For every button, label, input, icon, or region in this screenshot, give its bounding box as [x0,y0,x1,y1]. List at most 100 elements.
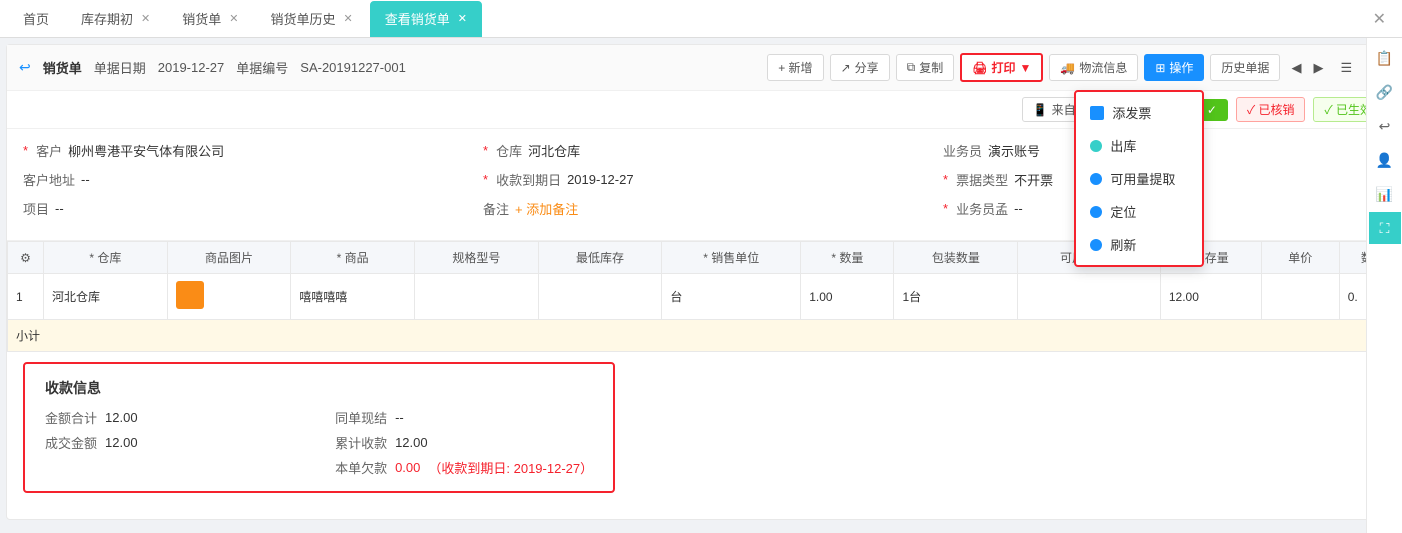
nav-arrows: ◀ ▶ [1286,57,1328,79]
window-close-button[interactable]: ✕ [1365,5,1394,33]
current-due-label: 本单欠款 [335,458,387,477]
salesperson-value: -- [1014,201,1023,216]
warehouse-value[interactable]: 河北仓库 [528,141,580,160]
tab-inventory-init-close[interactable]: ✕ [141,12,150,25]
cumulative-value: 12.00 [395,435,428,450]
refresh-label: 刷新 [1110,235,1136,254]
customer-value[interactable]: 柳州粤港平安气体有限公司 [68,141,224,160]
dropdown-add-invoice[interactable]: 添发票 [1076,96,1202,129]
doc-number-label: 单据编号 [236,58,288,77]
tab-home-label: 首页 [23,9,49,28]
share-label: 分享 [855,59,879,76]
row-pkg-qty: 1台 [894,274,1018,320]
tab-home[interactable]: 首页 [8,1,64,37]
print-label: 打印 [991,59,1015,76]
outbound-label: 出库 [1110,136,1136,155]
doc-date-label: 单据日期 [94,58,146,77]
tab-sales-history-close[interactable]: ✕ [344,12,353,25]
row-warehouse: 河北仓库 [44,274,168,320]
print-button[interactable]: 🖨 打印 ▼ [960,53,1043,82]
operations-label: 操作 [1169,59,1193,76]
add-invoice-label: 添发票 [1112,103,1151,122]
dropdown-locate[interactable]: 定位 [1076,195,1202,228]
mobile-icon: 📱 [1033,103,1048,117]
history-button[interactable]: 历史单据 [1210,54,1280,81]
tab-view-sales-label: 查看销货单 [385,9,450,28]
amount-total-row: 金额合计 12.00 [45,408,303,427]
product-image [176,281,204,309]
col-settings[interactable]: ⚙ [8,242,44,274]
row-image [167,274,291,320]
list-view-icon[interactable]: ☰ [1334,57,1358,79]
col-qty: * 数量 [801,242,894,274]
customer-star: * [23,143,28,158]
dropdown-outbound[interactable]: 出库 [1076,129,1202,162]
amount-total-label: 金额合计 [45,408,97,427]
current-due-value: 0.00 [395,460,420,475]
project-value: -- [55,201,64,216]
tab-sales-order[interactable]: 销货单 ✕ [167,1,253,37]
address-field: 客户地址 -- [23,170,459,189]
operations-dropdown-container: ⊞ 操作 添发票 出库 可用量提取 [1144,54,1204,81]
prev-arrow[interactable]: ◀ [1286,57,1306,79]
tab-sales-order-close[interactable]: ✕ [229,12,238,25]
copy-icon: ⧉ [907,60,916,75]
logistics-label: 物流信息 [1079,59,1127,76]
operations-button[interactable]: ⊞ 操作 [1144,54,1204,81]
row-seq: 1 [8,274,44,320]
due-date-label: 收款到期日 [496,170,561,189]
new-button[interactable]: + 新增 [767,54,823,81]
warehouse-field: * 仓库 河北仓库 [483,141,919,160]
project-label: 项目 [23,199,49,218]
customer-field: * 客户 柳州粤港平安气体有限公司 [23,141,459,160]
ticket-type-value: 不开票 [1014,170,1053,189]
locate-icon [1090,206,1102,218]
salesperson-label: 业务员孟 [956,199,1008,218]
current-due-row: 本单欠款 0.00 （收款到期日: 2019-12-27） [335,458,593,477]
doc-type-icon: ↩ [19,59,31,76]
sidebar-btn-1[interactable]: 📋 [1369,42,1401,74]
copy-label: 复制 [919,59,943,76]
row-stock: 12.00 [1160,274,1261,320]
tab-view-sales[interactable]: 查看销货单 ✕ [370,1,482,37]
due-date-star: * [483,172,488,187]
document-header: ↩ 销货单 单据日期 2019-12-27 单据编号 SA-20191227-0… [7,45,1395,91]
tab-view-sales-close[interactable]: ✕ [458,12,467,25]
tab-inventory-init[interactable]: 库存期初 ✕ [66,1,165,37]
col-unit: * 销售单位 [662,242,801,274]
copy-button[interactable]: ⧉ 复制 [896,54,955,81]
sidebar-btn-4[interactable]: 👤 [1369,144,1401,176]
history-label: 历史单据 [1221,59,1269,76]
sidebar-btn-expand[interactable]: ⛶ [1369,212,1401,244]
doc-type-label: 销货单 [43,58,82,77]
available-qty-icon [1090,173,1102,185]
transaction-amount-row: 成交金额 12.00 [45,433,303,452]
main-area: ↩ 销货单 单据日期 2019-12-27 单据编号 SA-20191227-0… [6,44,1396,520]
tab-sales-history-label: 销货单历史 [270,9,335,28]
sidebar-btn-2[interactable]: 🔗 [1369,76,1401,108]
col-pkg-qty: 包装数量 [894,242,1018,274]
tab-bar: 首页 库存期初 ✕ 销货单 ✕ 销货单历史 ✕ 查看销货单 ✕ ✕ [0,0,1402,38]
sidebar-btn-3[interactable]: ↩ [1369,110,1401,142]
logistics-button[interactable]: 🚚 物流信息 [1049,54,1138,81]
doc-title-area: ↩ 销货单 单据日期 2019-12-27 单据编号 SA-20191227-0… [19,58,406,77]
share-button[interactable]: ↗ 分享 [830,54,890,81]
tab-sales-order-label: 销货单 [182,9,221,28]
tab-inventory-init-label: 库存期初 [81,9,133,28]
due-date-value: 2019-12-27 [567,172,634,187]
same-order-value: -- [395,410,404,425]
tab-sales-history[interactable]: 销货单历史 ✕ [255,1,367,37]
warehouse-star: * [483,143,488,158]
add-note-button[interactable]: 添加备注 [515,199,578,218]
note-field: 备注 添加备注 [483,199,919,218]
due-date-field: * 收款到期日 2019-12-27 [483,170,919,189]
dropdown-refresh[interactable]: 刷新 [1076,228,1202,261]
salesperson-star: * [943,201,948,216]
print-icon: 🖨 [972,61,987,75]
transaction-amount-label: 成交金额 [45,433,97,452]
next-arrow[interactable]: ▶ [1308,57,1328,79]
project-field: 项目 -- [23,199,459,218]
sidebar-btn-5[interactable]: 📊 [1369,178,1401,210]
dropdown-available-qty[interactable]: 可用量提取 [1076,162,1202,195]
subtotal-row: 小计 [8,320,1395,352]
